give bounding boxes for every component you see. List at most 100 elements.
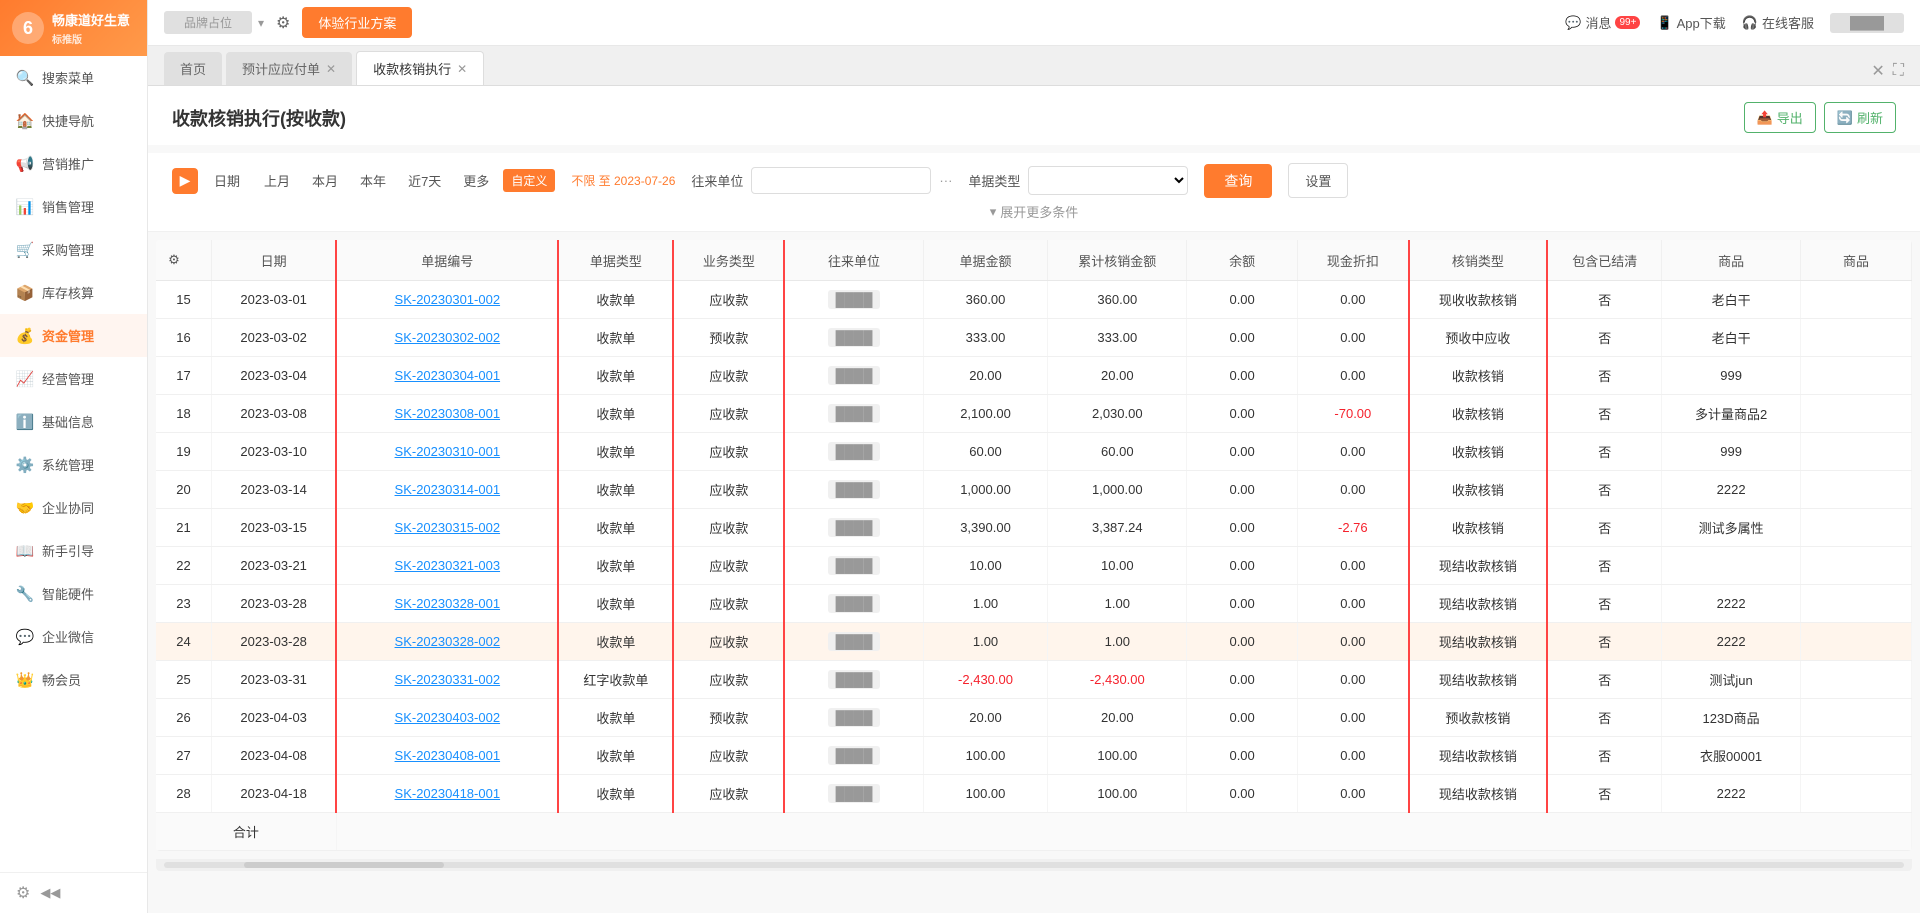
- partner-input[interactable]: [751, 167, 931, 194]
- cell-included: 否: [1547, 737, 1661, 775]
- docno-link[interactable]: SK-20230304-001: [395, 368, 501, 383]
- cell-goods: 多计量商品2: [1662, 395, 1801, 433]
- docno-link[interactable]: SK-20230408-001: [395, 748, 501, 763]
- sidebar-item-sales[interactable]: 📊 销售管理: [0, 185, 147, 228]
- sidebar-item-wechat[interactable]: 💬 企业微信: [0, 615, 147, 658]
- date-btn-this-year[interactable]: 本年: [352, 168, 394, 193]
- cell-cashdiscount: 0.00: [1298, 623, 1409, 661]
- date-btn-this-month[interactable]: 本月: [304, 168, 346, 193]
- settings-icon[interactable]: ⚙: [16, 883, 30, 903]
- docno-link[interactable]: SK-20230328-001: [395, 596, 501, 611]
- tab-payable[interactable]: 预计应应付单 ✕: [226, 52, 352, 85]
- solution-button[interactable]: 体验行业方案: [302, 7, 412, 38]
- cell-amount: 100.00: [923, 737, 1048, 775]
- docno-link[interactable]: SK-20230308-001: [395, 406, 501, 421]
- cell-no: 27: [156, 737, 211, 775]
- cell-included: 否: [1547, 585, 1661, 623]
- online-service-button[interactable]: 🎧 在线客服: [1742, 13, 1814, 32]
- app-download-button[interactable]: 📱 App下载: [1656, 13, 1725, 32]
- cell-amount: 1.00: [923, 585, 1048, 623]
- user-avatar[interactable]: ████: [1830, 13, 1904, 33]
- date-btn-last-month[interactable]: 上月: [256, 168, 298, 193]
- table-scrollbar[interactable]: [156, 859, 1912, 871]
- scrollbar-thumb[interactable]: [244, 862, 444, 868]
- sidebar-item-nav[interactable]: 🏠 快捷导航: [0, 99, 147, 142]
- export-button[interactable]: 📤 导出: [1744, 102, 1816, 133]
- doctype-select[interactable]: [1028, 166, 1188, 195]
- sidebar-item-member[interactable]: 👑 畅会员: [0, 658, 147, 701]
- partner-masked: ████: [828, 708, 881, 727]
- cell-goods2: [1800, 509, 1911, 547]
- cell-included: 否: [1547, 281, 1661, 319]
- sidebar-item-hardware[interactable]: 🔧 智能硬件: [0, 572, 147, 615]
- cell-verifytype: 现结收款核销: [1409, 547, 1548, 585]
- date-btn-custom[interactable]: 自定义: [503, 169, 555, 192]
- sidebar-item-label: 企业协同: [42, 498, 94, 517]
- docno-link[interactable]: SK-20230315-002: [395, 520, 501, 535]
- tab-collection[interactable]: 收款核销执行 ✕: [356, 51, 484, 85]
- tab-collection-close[interactable]: ✕: [457, 62, 467, 76]
- tab-payable-close[interactable]: ✕: [326, 62, 336, 76]
- cell-included: 否: [1547, 509, 1661, 547]
- filter-expand-button[interactable]: ▶: [172, 168, 198, 194]
- refresh-button[interactable]: 🔄 刷新: [1824, 102, 1896, 133]
- cell-verifytype: 收款核销: [1409, 395, 1548, 433]
- service-label: 在线客服: [1762, 13, 1814, 32]
- docno-link[interactable]: SK-20230331-002: [395, 672, 501, 687]
- cell-cashdiscount: 0.00: [1298, 547, 1409, 585]
- cell-date: 2023-03-04: [211, 357, 336, 395]
- cell-no: 19: [156, 433, 211, 471]
- sidebar-item-system[interactable]: ⚙️ 系统管理: [0, 443, 147, 486]
- collapse-icon[interactable]: ◀◀: [40, 885, 60, 901]
- cell-verified: 2,030.00: [1048, 395, 1187, 433]
- sidebar-item-label: 销售管理: [42, 197, 94, 216]
- cell-date: 2023-03-15: [211, 509, 336, 547]
- sidebar-item-basic-info[interactable]: ℹ️ 基础信息: [0, 400, 147, 443]
- expand-tab-button[interactable]: ⛶: [1893, 62, 1904, 80]
- cell-docno: SK-20230418-001: [336, 775, 558, 813]
- docno-link[interactable]: SK-20230301-002: [395, 292, 501, 307]
- column-settings-icon[interactable]: ⚙: [164, 250, 184, 270]
- sidebar-item-inventory[interactable]: 📦 库存核算: [0, 271, 147, 314]
- docno-link[interactable]: SK-20230328-002: [395, 634, 501, 649]
- partner-filter: 往来单位 ···: [691, 167, 952, 194]
- tabbar: 首页 预计应应付单 ✕ 收款核销执行 ✕ ✕ ⛶: [148, 46, 1920, 86]
- docno-link[interactable]: SK-20230302-002: [395, 330, 501, 345]
- th-partner: 往来单位: [784, 240, 923, 281]
- docno-link[interactable]: SK-20230418-001: [395, 786, 501, 801]
- close-tab-button[interactable]: ✕: [1871, 61, 1884, 81]
- message-button[interactable]: 💬 消息 99+: [1565, 13, 1640, 32]
- cell-verifytype: 收款核销: [1409, 509, 1548, 547]
- dropdown-icon[interactable]: ▾: [258, 16, 264, 30]
- docno-link[interactable]: SK-20230314-001: [395, 482, 501, 497]
- docno-link[interactable]: SK-20230310-001: [395, 444, 501, 459]
- tab-home[interactable]: 首页: [164, 52, 222, 85]
- cell-date: 2023-03-08: [211, 395, 336, 433]
- sidebar-item-finance[interactable]: 💰 资金管理: [0, 314, 147, 357]
- settings-button[interactable]: 设置: [1288, 163, 1348, 198]
- date-btn-7days[interactable]: 近7天: [400, 168, 449, 193]
- cell-date: 2023-04-08: [211, 737, 336, 775]
- sidebar-item-search[interactable]: 🔍 搜索菜单: [0, 56, 147, 99]
- table-container: ⚙ 日期 单据编号 单据类型 业务类型 往来单位 单据金额 累计核销金额 余额 …: [156, 240, 1912, 851]
- sidebar-item-label: 库存核算: [42, 283, 94, 302]
- doctype-filter: 单据类型: [968, 166, 1188, 195]
- expand-more-button[interactable]: ▾ 展开更多条件: [990, 202, 1079, 221]
- cell-cashdiscount: 0.00: [1298, 737, 1409, 775]
- docno-link[interactable]: SK-20230321-003: [395, 558, 501, 573]
- sidebar-item-purchase[interactable]: 🛒 采购管理: [0, 228, 147, 271]
- app-icon: 📱: [1656, 15, 1672, 31]
- docno-link[interactable]: SK-20230403-002: [395, 710, 501, 725]
- topbar-gear-icon[interactable]: ⚙: [276, 13, 290, 33]
- query-button[interactable]: 查询: [1204, 164, 1272, 198]
- sidebar-item-operations[interactable]: 📈 经营管理: [0, 357, 147, 400]
- cell-docno: SK-20230328-001: [336, 585, 558, 623]
- cell-cashdiscount: -70.00: [1298, 395, 1409, 433]
- cell-cashdiscount: 0.00: [1298, 775, 1409, 813]
- cell-goods: 2222: [1662, 585, 1801, 623]
- date-btn-more[interactable]: 更多: [455, 168, 497, 193]
- sidebar-item-collab[interactable]: 🤝 企业协同: [0, 486, 147, 529]
- cell-no: 20: [156, 471, 211, 509]
- sidebar-item-marketing[interactable]: 📢 营销推广: [0, 142, 147, 185]
- sidebar-item-guide[interactable]: 📖 新手引导: [0, 529, 147, 572]
